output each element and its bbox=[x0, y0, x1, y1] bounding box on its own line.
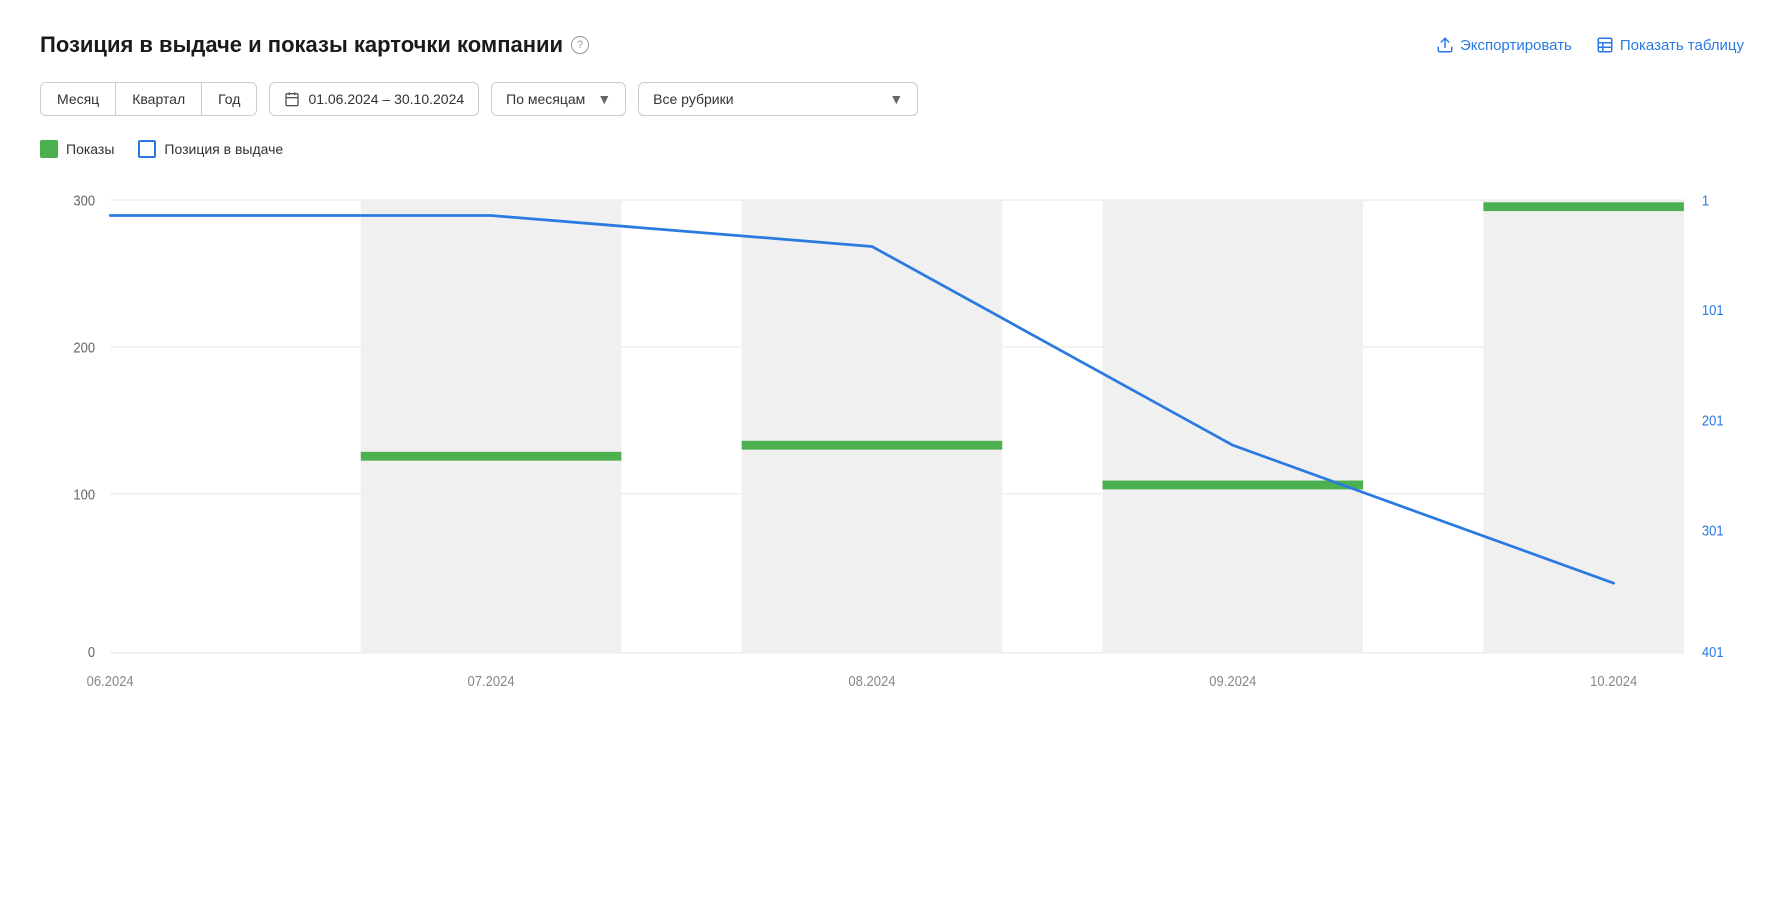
tab-month[interactable]: Месяц bbox=[41, 83, 116, 115]
impressions-bar-08 bbox=[742, 441, 1003, 450]
svg-text:07.2024: 07.2024 bbox=[468, 673, 515, 689]
help-icon[interactable]: ? bbox=[571, 36, 589, 54]
position-label: Позиция в выдаче bbox=[164, 141, 283, 157]
svg-text:401: 401 bbox=[1702, 645, 1724, 661]
legend-position: Позиция в выдаче bbox=[138, 140, 283, 158]
svg-text:1: 1 bbox=[1702, 193, 1709, 209]
grouping-arrow: ▼ bbox=[597, 91, 611, 107]
impressions-bar-10 bbox=[1483, 202, 1683, 211]
svg-text:10.2024: 10.2024 bbox=[1590, 673, 1637, 689]
table-icon bbox=[1596, 36, 1614, 54]
page-title: Позиция в выдаче и показы карточки компа… bbox=[40, 32, 563, 58]
svg-text:08.2024: 08.2024 bbox=[848, 673, 895, 689]
impressions-label: Показы bbox=[66, 141, 114, 157]
bar-10 bbox=[1483, 200, 1683, 653]
svg-text:101: 101 bbox=[1702, 302, 1724, 318]
show-table-button[interactable]: Показать таблицу bbox=[1596, 36, 1744, 54]
bar-07 bbox=[361, 200, 622, 653]
svg-text:09.2024: 09.2024 bbox=[1209, 673, 1256, 689]
svg-text:200: 200 bbox=[73, 340, 95, 356]
export-icon bbox=[1436, 36, 1454, 54]
legend-row: Показы Позиция в выдаче bbox=[40, 140, 1744, 158]
tab-year[interactable]: Год bbox=[202, 83, 256, 115]
export-button[interactable]: Экспортировать bbox=[1436, 36, 1572, 54]
svg-text:301: 301 bbox=[1702, 523, 1724, 539]
calendar-icon bbox=[284, 91, 300, 107]
tab-quarter[interactable]: Квартал bbox=[116, 83, 202, 115]
chart-svg: 300 200 100 0 1 101 201 301 401 bbox=[40, 178, 1744, 708]
chart-container: 300 200 100 0 1 101 201 301 401 bbox=[40, 178, 1744, 708]
impressions-bar-09 bbox=[1102, 481, 1363, 490]
title-area: Позиция в выдаче и показы карточки компа… bbox=[40, 32, 589, 58]
bar-09 bbox=[1102, 200, 1363, 653]
period-tabs: Месяц Квартал Год bbox=[40, 82, 257, 116]
grouping-dropdown[interactable]: По месяцам ▼ bbox=[491, 82, 626, 116]
controls-row: Месяц Квартал Год 01.06.2024 – 30.10.202… bbox=[40, 82, 1744, 116]
date-range-value: 01.06.2024 – 30.10.2024 bbox=[308, 91, 464, 107]
svg-text:201: 201 bbox=[1702, 413, 1724, 429]
bar-08 bbox=[742, 200, 1003, 653]
svg-text:100: 100 bbox=[73, 487, 95, 503]
impressions-bar-07 bbox=[361, 452, 622, 461]
position-icon bbox=[138, 140, 156, 158]
rubrics-value: Все рубрики bbox=[653, 91, 733, 107]
grouping-value: По месяцам bbox=[506, 91, 585, 107]
svg-text:300: 300 bbox=[73, 193, 95, 209]
date-range-picker[interactable]: 01.06.2024 – 30.10.2024 bbox=[269, 82, 479, 116]
svg-text:0: 0 bbox=[88, 645, 96, 661]
page-header: Позиция в выдаче и показы карточки компа… bbox=[40, 32, 1744, 58]
svg-text:06.2024: 06.2024 bbox=[87, 673, 134, 689]
rubrics-arrow: ▼ bbox=[889, 91, 903, 107]
impressions-icon bbox=[40, 140, 58, 158]
header-actions: Экспортировать Показать таблицу bbox=[1436, 36, 1744, 54]
legend-impressions: Показы bbox=[40, 140, 114, 158]
rubrics-dropdown[interactable]: Все рубрики ▼ bbox=[638, 82, 918, 116]
